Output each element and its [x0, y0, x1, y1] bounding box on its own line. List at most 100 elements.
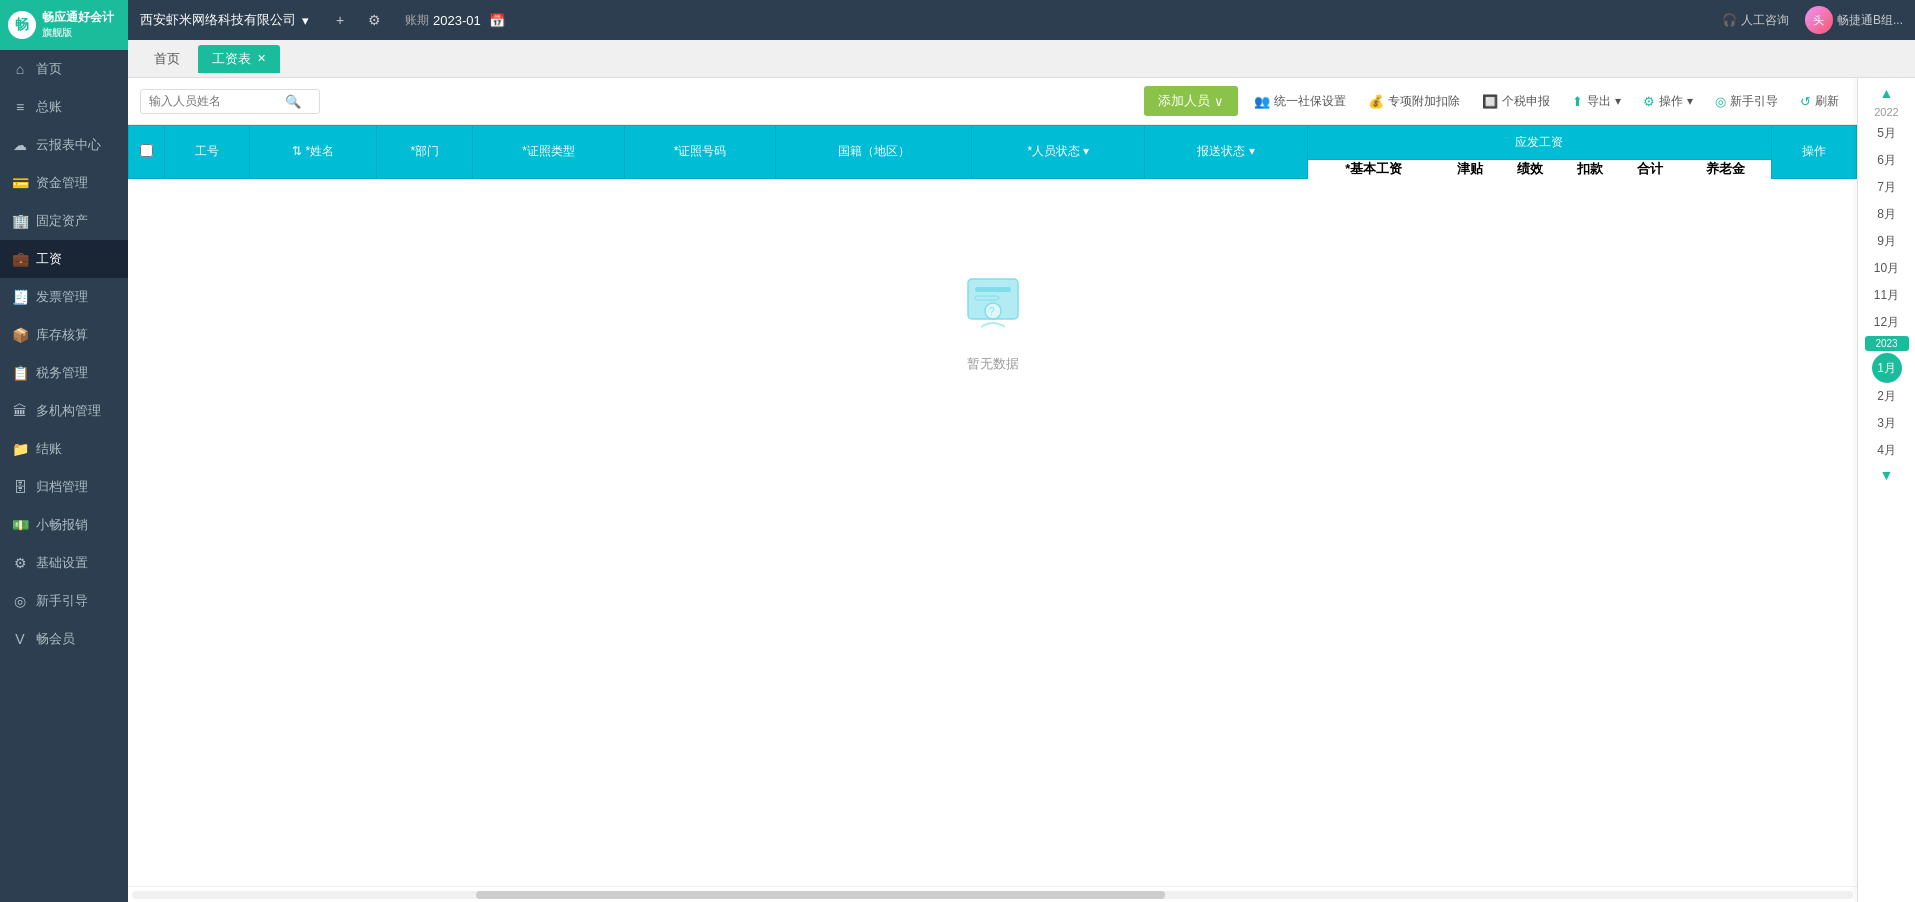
- sidebar-item-settings[interactable]: ⚙ 基础设置: [0, 544, 128, 582]
- sidebar-item-vip[interactable]: V 畅会员: [0, 620, 128, 658]
- refresh-button[interactable]: ↺ 刷新: [1794, 89, 1845, 114]
- company-name: 西安虾米网络科技有限公司: [140, 11, 296, 29]
- month-5[interactable]: 5月: [1858, 120, 1915, 147]
- prev-year-label: 2022: [1874, 104, 1898, 120]
- support-button[interactable]: 🎧 人工咨询: [1722, 12, 1789, 29]
- operations-button[interactable]: ⚙ 操作 ▾: [1637, 89, 1699, 114]
- month-1-active[interactable]: 1月: [1872, 353, 1902, 383]
- support-label: 人工咨询: [1741, 12, 1789, 29]
- scroll-bar[interactable]: [128, 886, 1857, 902]
- special-deduction-button[interactable]: 💰 专项附加扣除: [1362, 89, 1466, 114]
- period-label: 账期: [405, 12, 429, 29]
- search-icon: 🔍: [285, 94, 301, 109]
- search-input[interactable]: [149, 94, 279, 108]
- th-total: 合计: [1620, 160, 1680, 179]
- app-edition: 旗舰版: [42, 26, 114, 40]
- sidebar-item-label: 云报表中心: [36, 136, 101, 154]
- month-7[interactable]: 7月: [1858, 174, 1915, 201]
- operations-icon: ⚙: [1643, 94, 1655, 109]
- sidebar-item-label: 总账: [36, 98, 62, 116]
- report-filter-icon[interactable]: ▾: [1249, 144, 1255, 158]
- sidebar-item-archive[interactable]: 🗄 归档管理: [0, 468, 128, 506]
- search-box[interactable]: 🔍: [140, 89, 320, 114]
- user-name: 畅捷通B组...: [1837, 12, 1903, 29]
- salary-icon: 💼: [12, 251, 28, 267]
- month-12[interactable]: 12月: [1858, 309, 1915, 336]
- company-settings-button[interactable]: ⚙: [363, 9, 385, 31]
- sidebar-item-funds[interactable]: 💳 资金管理: [0, 164, 128, 202]
- th-checkbox[interactable]: [129, 126, 165, 179]
- tab-salary-close[interactable]: ✕: [257, 52, 266, 65]
- tax-icon: 📋: [12, 365, 28, 381]
- scroll-thumb[interactable]: [476, 891, 1164, 899]
- sidebar-item-multi-org[interactable]: 🏛 多机构管理: [0, 392, 128, 430]
- th-name: ⇅ *姓名: [250, 126, 377, 179]
- logo-icon: 畅: [8, 11, 36, 39]
- month-10[interactable]: 10月: [1858, 255, 1915, 282]
- tab-salary[interactable]: 工资表 ✕: [198, 45, 280, 73]
- tab-salary-label: 工资表: [212, 50, 251, 68]
- reports-icon: ☁: [12, 137, 28, 153]
- sidebar-item-tax[interactable]: 📋 税务管理: [0, 354, 128, 392]
- operations-label: 操作: [1659, 93, 1683, 110]
- user-menu[interactable]: 头 畅捷通B组...: [1805, 6, 1903, 34]
- month-8[interactable]: 8月: [1858, 201, 1915, 228]
- sidebar-item-label: 新手引导: [36, 592, 88, 610]
- sidebar-item-expense[interactable]: 💵 小畅报销: [0, 506, 128, 544]
- support-icon: 🎧: [1722, 13, 1737, 27]
- svg-rect-1: [975, 287, 1011, 292]
- tax-return-button[interactable]: 🔲 个税申报: [1476, 89, 1556, 114]
- month-3[interactable]: 3月: [1858, 410, 1915, 437]
- th-id-type: *证照类型: [473, 126, 624, 179]
- period-calendar-icon[interactable]: 📅: [489, 13, 505, 28]
- status-filter-icon[interactable]: ▾: [1083, 144, 1089, 158]
- period-value: 2023-01: [433, 13, 481, 28]
- sidebar-item-invoice[interactable]: 🧾 发票管理: [0, 278, 128, 316]
- month-9[interactable]: 9月: [1858, 228, 1915, 255]
- empty-text: 暂无数据: [967, 355, 1019, 373]
- sidebar-item-label: 归档管理: [36, 478, 88, 496]
- th-salary-group: 应发工资: [1307, 126, 1771, 160]
- empty-state: ? 暂无数据: [128, 179, 1857, 453]
- company-selector[interactable]: 西安虾米网络科技有限公司 ▾: [140, 11, 309, 29]
- th-base-salary: *基本工资: [1307, 160, 1440, 179]
- sidebar-item-reports[interactable]: ☁ 云报表中心: [0, 126, 128, 164]
- sidebar-item-home[interactable]: ⌂ 首页: [0, 50, 128, 88]
- th-region: 国籍（地区）: [776, 126, 972, 179]
- month-nav-down[interactable]: ▼: [1877, 464, 1897, 486]
- th-num: 工号: [165, 126, 250, 179]
- guide-icon: ◎: [12, 593, 28, 609]
- month-2[interactable]: 2月: [1858, 383, 1915, 410]
- sidebar-item-guide[interactable]: ◎ 新手引导: [0, 582, 128, 620]
- add-person-button[interactable]: 添加人员 ∨: [1144, 86, 1238, 116]
- export-icon: ⬆: [1572, 94, 1583, 109]
- current-year-badge: 2023: [1865, 336, 1909, 351]
- topbar-right: 🎧 人工咨询 头 畅捷通B组...: [1722, 6, 1903, 34]
- sidebar-item-label: 结账: [36, 440, 62, 458]
- tax-return-icon: 🔲: [1482, 94, 1498, 109]
- month-6[interactable]: 6月: [1858, 147, 1915, 174]
- guide-button[interactable]: ◎ 新手引导: [1709, 89, 1784, 114]
- tab-home[interactable]: 首页: [140, 45, 194, 73]
- month-nav-up[interactable]: ▲: [1877, 82, 1897, 104]
- add-company-button[interactable]: +: [329, 9, 351, 31]
- settings-icon: ⚙: [12, 555, 28, 571]
- sidebar-item-salary[interactable]: 💼 工资: [0, 240, 128, 278]
- archive-icon: 🗄: [12, 479, 28, 495]
- export-button[interactable]: ⬆ 导出 ▾: [1566, 89, 1627, 114]
- expense-icon: 💵: [12, 517, 28, 533]
- export-arrow: ▾: [1615, 94, 1621, 108]
- social-insurance-button[interactable]: 👥 统一社保设置: [1248, 89, 1352, 114]
- sidebar-item-close[interactable]: 📁 结账: [0, 430, 128, 468]
- refresh-icon: ↺: [1800, 94, 1811, 109]
- month-11[interactable]: 11月: [1858, 282, 1915, 309]
- topbar: 西安虾米网络科技有限公司 ▾ + ⚙ 账期 2023-01 📅 🎧 人工咨询 头…: [128, 0, 1915, 40]
- month-4[interactable]: 4月: [1858, 437, 1915, 464]
- sidebar-item-ledger[interactable]: ≡ 总账: [0, 88, 128, 126]
- funds-icon: 💳: [12, 175, 28, 191]
- sidebar-item-assets[interactable]: 🏢 固定资产: [0, 202, 128, 240]
- sidebar-item-inventory[interactable]: 📦 库存核算: [0, 316, 128, 354]
- select-all-checkbox[interactable]: [140, 144, 153, 157]
- th-status: *人员状态 ▾: [972, 126, 1145, 179]
- multi-org-icon: 🏛: [12, 403, 28, 419]
